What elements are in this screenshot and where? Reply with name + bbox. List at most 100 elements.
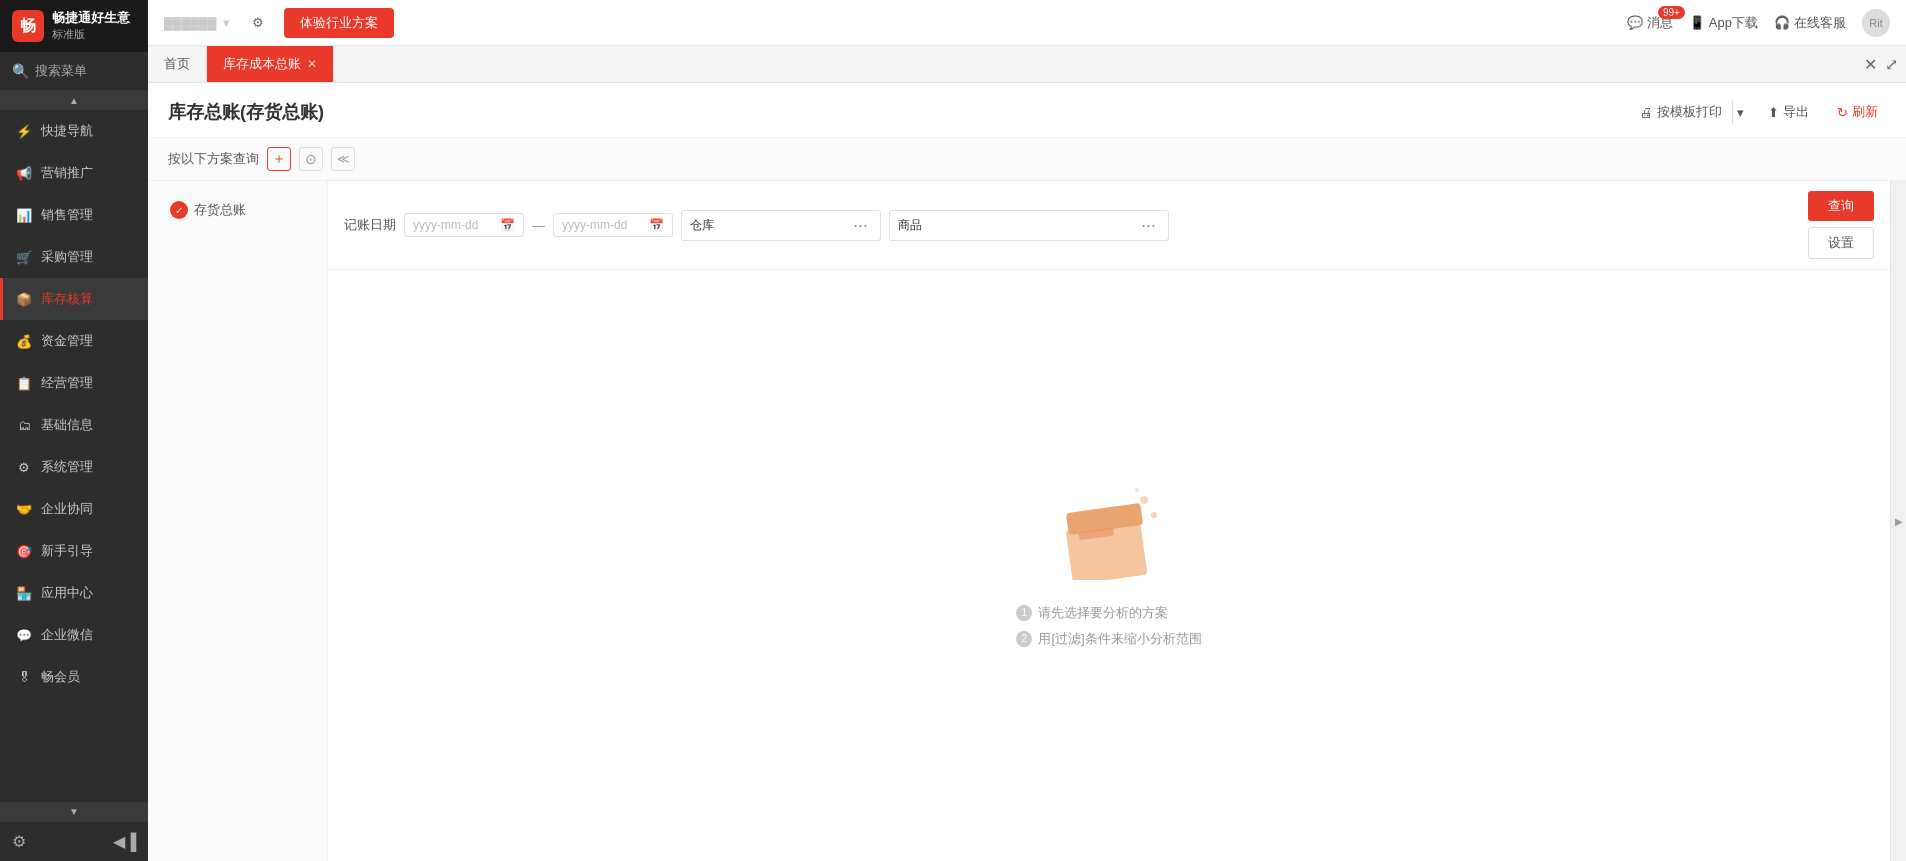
breadcrumb-sep: ▾	[223, 15, 230, 30]
date-start-input[interactable]: yyyy-mm-dd 📅	[404, 213, 524, 237]
quick-nav-icon: ⚡	[15, 122, 33, 140]
add-scheme-btn[interactable]: ＋	[267, 147, 291, 171]
scheme-icon: ✓	[170, 201, 188, 219]
tab-close-panel-icon[interactable]: ✕	[1864, 55, 1877, 74]
topbar-settings-btn[interactable]: ⚙	[244, 9, 272, 37]
sidebar-item-system[interactable]: ⚙ 系统管理	[0, 446, 148, 488]
gear-icon: ⚙	[252, 15, 264, 30]
sidebar-search[interactable]: 🔍 搜索菜单	[0, 52, 148, 91]
online-support-btn[interactable]: 🎧 在线客服	[1774, 14, 1846, 32]
sound-btn[interactable]: ◀▐	[113, 832, 136, 851]
sidebar-scroll-down[interactable]: ▼	[0, 802, 148, 821]
goods-select[interactable]: 商品 ···	[889, 210, 1169, 241]
main-content: ▓▓▓▓▓▓ ▾ ⚙ 体验行业方案 💬 消息 99+ 📱 App下载 🎧 在线客…	[148, 0, 1906, 861]
settings-btn[interactable]: 设置	[1808, 227, 1874, 259]
tip-num-2: 2	[1016, 631, 1032, 647]
sidebar-item-corp[interactable]: 🤝 企业协同	[0, 488, 148, 530]
filter-content-panel: 记账日期 yyyy-mm-dd 📅 — yyyy-mm-dd 📅 仓库 ···	[328, 181, 1890, 861]
query-action-group: 查询 设置	[1808, 191, 1874, 259]
trial-btn[interactable]: 体验行业方案	[284, 8, 394, 38]
tab-inventory-ledger[interactable]: 库存成本总账 ✕	[207, 46, 334, 82]
tab-expand-icon[interactable]: ⤢	[1885, 55, 1898, 74]
sidebar-item-operations[interactable]: 📋 经营管理	[0, 362, 148, 404]
sales-icon: 📊	[15, 206, 33, 224]
left-scheme-panel: ✓ 存货总账	[148, 181, 328, 861]
collapse-filter-btn[interactable]: ≪	[331, 147, 355, 171]
sidebar-item-wechat[interactable]: 💬 企业微信	[0, 614, 148, 656]
sidebar: 畅 畅捷通好生意 标准版 🔍 搜索菜单 ▲ ⚡ 快捷导航 📢 营销推广 📊 销售…	[0, 0, 148, 861]
empty-svg	[1049, 480, 1169, 580]
tab-right-actions: ✕ ⤢	[1856, 55, 1906, 74]
breadcrumb: ▓▓▓▓▓▓ ▾	[164, 15, 236, 30]
sidebar-item-guide[interactable]: 🎯 新手引导	[0, 530, 148, 572]
sidebar-scroll-up[interactable]: ▲	[0, 91, 148, 110]
collapse-right-icon: ▶	[1895, 516, 1903, 527]
scheme-item-inventory[interactable]: ✓ 存货总账	[160, 193, 315, 227]
sidebar-item-appstore[interactable]: 🏪 应用中心	[0, 572, 148, 614]
export-icon: ⬆	[1768, 105, 1779, 120]
svg-point-4	[1151, 512, 1157, 518]
user-profile[interactable]: Rit	[1862, 9, 1890, 37]
date-field-label: 记账日期	[344, 216, 396, 234]
print-dropdown-btn[interactable]: ▾	[1732, 101, 1748, 124]
headset-icon: 🎧	[1774, 15, 1790, 30]
filter-input-row: 记账日期 yyyy-mm-dd 📅 — yyyy-mm-dd 📅 仓库 ···	[328, 181, 1890, 270]
sidebar-item-marketing[interactable]: 📢 营销推广	[0, 152, 148, 194]
empty-tip-1: 1 请先选择要分析的方案	[1016, 600, 1201, 626]
tab-home[interactable]: 首页	[148, 46, 207, 82]
purchase-icon: 🛒	[15, 248, 33, 266]
sidebar-item-quick-nav[interactable]: ⚡ 快捷导航	[0, 110, 148, 152]
sidebar-nav: ⚡ 快捷导航 📢 营销推广 📊 销售管理 🛒 采购管理 📦 库存核算 💰 资金管…	[0, 110, 148, 802]
calendar-icon-start: 📅	[500, 218, 515, 232]
app-logo: 畅 畅捷通好生意 标准版	[0, 0, 148, 52]
page-header: 库存总账(存货总账) 🖨 按模板打印 ▾ ⬆ 导出 ↻ 刷新	[148, 83, 1906, 138]
warehouse-more-icon[interactable]: ···	[849, 215, 872, 236]
avatar: Rit	[1862, 9, 1890, 37]
filter-scheme-area: 按以下方案查询 ＋ ⊙ ≪	[168, 138, 355, 180]
sidebar-item-sales[interactable]: 📊 销售管理	[0, 194, 148, 236]
refresh-btn[interactable]: ↻ 刷新	[1829, 99, 1886, 125]
export-btn[interactable]: ⬆ 导出	[1760, 99, 1817, 125]
sidebar-item-finance[interactable]: 💰 资金管理	[0, 320, 148, 362]
edit-scheme-btn[interactable]: ⊙	[299, 147, 323, 171]
empty-tip-2: 2 用[过滤]条件来缩小分析范围	[1016, 626, 1201, 652]
empty-illustration	[1049, 480, 1169, 580]
topbar-nav: ▓▓▓▓▓▓ ▾ ⚙ 体验行业方案	[164, 8, 1627, 38]
topbar: ▓▓▓▓▓▓ ▾ ⚙ 体验行业方案 💬 消息 99+ 📱 App下载 🎧 在线客…	[148, 0, 1906, 46]
query-btn[interactable]: 查询	[1808, 191, 1874, 221]
sidebar-item-inventory[interactable]: 📦 库存核算	[0, 278, 148, 320]
printer-icon: 🖨	[1640, 105, 1653, 120]
refresh-icon: ↻	[1837, 105, 1848, 120]
app-download-btn[interactable]: 📱 App下载	[1689, 14, 1758, 32]
right-collapse-handle[interactable]: ▶	[1890, 181, 1906, 861]
sidebar-bottom: ⚙ ◀▐	[0, 821, 148, 861]
appstore-icon: 🏪	[15, 584, 33, 602]
empty-tips: 1 请先选择要分析的方案 2 用[过滤]条件来缩小分析范围	[1016, 600, 1201, 652]
system-icon: ⚙	[15, 458, 33, 476]
message-btn[interactable]: 💬 消息 99+	[1627, 14, 1673, 32]
empty-state: 1 请先选择要分析的方案 2 用[过滤]条件来缩小分析范围	[328, 270, 1890, 861]
sidebar-item-purchase[interactable]: 🛒 采购管理	[0, 236, 148, 278]
calendar-icon-end: 📅	[649, 218, 664, 232]
filter-top-row: 按以下方案查询 ＋ ⊙ ≪	[148, 138, 1906, 181]
message-badge: 99+	[1658, 6, 1685, 19]
print-btn[interactable]: 🖨 按模板打印	[1632, 99, 1730, 125]
sidebar-item-member[interactable]: 🎖 畅会员	[0, 656, 148, 698]
page-content: 库存总账(存货总账) 🖨 按模板打印 ▾ ⬆ 导出 ↻ 刷新	[148, 83, 1906, 861]
date-end-input[interactable]: yyyy-mm-dd 📅	[553, 213, 673, 237]
content-area: ✓ 存货总账 记账日期 yyyy-mm-dd 📅 — yyyy-mm-dd	[148, 181, 1906, 861]
goods-more-icon[interactable]: ···	[1137, 215, 1160, 236]
member-icon: 🎖	[15, 668, 33, 686]
warehouse-select[interactable]: 仓库 ···	[681, 210, 881, 241]
settings-bottom-btn[interactable]: ⚙	[12, 832, 26, 851]
date-separator: —	[532, 218, 545, 233]
sidebar-item-base[interactable]: 🗂 基础信息	[0, 404, 148, 446]
tab-close-icon[interactable]: ✕	[307, 57, 317, 71]
breadcrumb-text: ▓▓▓▓▓▓	[164, 16, 217, 30]
marketing-icon: 📢	[15, 164, 33, 182]
tip-num-1: 1	[1016, 605, 1032, 621]
tabs-bar: 首页 库存成本总账 ✕ ✕ ⤢	[148, 46, 1906, 83]
filter-scheme-label: 按以下方案查询	[168, 138, 259, 180]
wechat-icon: 💬	[15, 626, 33, 644]
search-icon: 🔍	[12, 63, 29, 79]
